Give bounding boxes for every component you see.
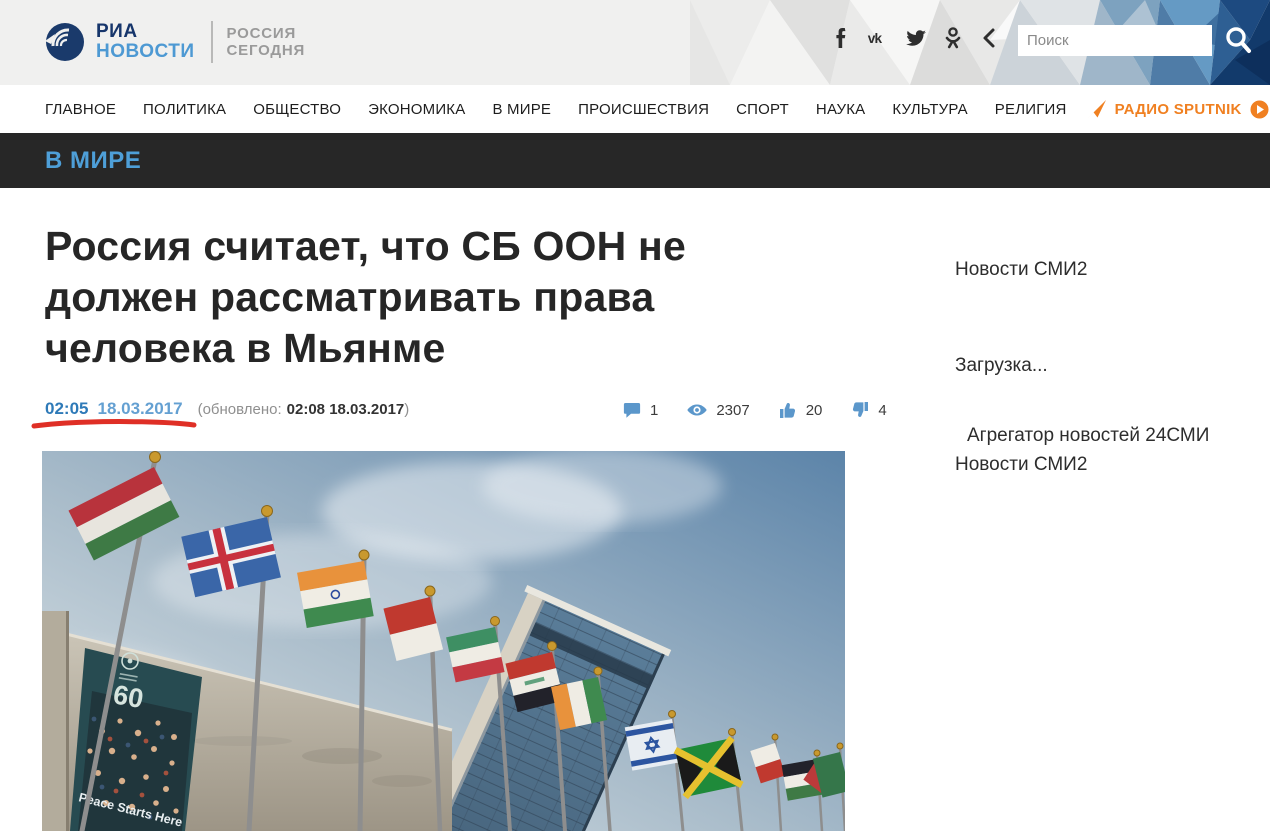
svg-text:vk: vk bbox=[868, 31, 883, 46]
sputnik-sail-icon bbox=[1087, 100, 1106, 118]
radio-sputnik-link[interactable]: РАДИО SPUTNIK bbox=[1087, 99, 1269, 119]
likes-count: 20 bbox=[805, 401, 823, 419]
nav-item-obschestvo[interactable]: ОБЩЕСТВО bbox=[253, 101, 341, 118]
section-bar: В МИРЕ bbox=[0, 133, 1270, 188]
flag-israel bbox=[624, 719, 680, 771]
views-stat: 2307 bbox=[686, 400, 750, 420]
brand-novosti: НОВОСТИ bbox=[96, 41, 195, 62]
nav-item-ekonomika[interactable]: ЭКОНОМИКА bbox=[368, 101, 465, 118]
nav-item-proisshestviya[interactable]: ПРОИСШЕСТВИЯ bbox=[578, 101, 709, 118]
article-stats: 1 2307 20 4 bbox=[622, 400, 887, 420]
search-icon bbox=[1226, 26, 1251, 53]
article-title: Россия считает, что СБ ООН не должен рас… bbox=[45, 221, 865, 374]
article-meta: 02:05 18.03.2017 (обновлено: 02:08 18.03… bbox=[45, 399, 409, 419]
site-header: РИА НОВОСТИ РОССИЯ СЕГОДНЯ vk bbox=[0, 0, 1270, 85]
agency-segodnya: СЕГОДНЯ bbox=[226, 42, 306, 59]
social-collapse-button[interactable] bbox=[978, 26, 1002, 50]
nav-item-religiya[interactable]: РЕЛИГИЯ bbox=[995, 101, 1067, 118]
title-line-2: должен рассматривать права bbox=[45, 274, 655, 320]
play-icon bbox=[1250, 100, 1269, 118]
published-date[interactable]: 18.03.2017 bbox=[97, 399, 182, 419]
social-links: vk bbox=[830, 26, 1002, 50]
flag-india bbox=[297, 561, 374, 628]
social-link-twitter[interactable] bbox=[904, 26, 928, 50]
title-line-1: Россия считает, что СБ ООН не bbox=[45, 223, 687, 269]
updated-suffix: ) bbox=[404, 401, 410, 418]
nav-item-glavnoe[interactable]: ГЛАВНОЕ bbox=[45, 101, 116, 118]
comment-icon bbox=[623, 403, 641, 418]
radio-sputnik-label: РАДИО SPUTNIK bbox=[1114, 100, 1242, 118]
odnoklassniki-icon bbox=[945, 27, 961, 49]
red-annotation-underline bbox=[31, 419, 197, 429]
published-time[interactable]: 02:05 bbox=[45, 399, 88, 419]
social-link-vk[interactable]: vk bbox=[867, 26, 891, 50]
likes-stat[interactable]: 20 bbox=[778, 400, 823, 420]
ria-globe-icon bbox=[45, 23, 84, 61]
logo-divider bbox=[210, 21, 213, 63]
nav-item-nauka[interactable]: НАУКА bbox=[816, 101, 865, 118]
un-flags-illustration: 60 Peace Starts Here bbox=[42, 451, 845, 831]
sidebar-loading-text: Загрузка... bbox=[955, 355, 1048, 376]
comments-count: 1 bbox=[650, 401, 659, 419]
title-line-3: человека в Мьянме bbox=[45, 325, 446, 371]
views-count: 2307 bbox=[716, 401, 750, 419]
banner-60-text: 60 bbox=[111, 679, 146, 714]
brand-ria: РИА bbox=[96, 21, 138, 42]
updated-value: 02:08 18.03.2017 bbox=[286, 401, 405, 418]
thumb-down-icon bbox=[853, 402, 869, 417]
vk-icon: vk bbox=[868, 31, 884, 46]
nav-item-sport[interactable]: СПОРТ bbox=[736, 101, 789, 118]
facebook-icon bbox=[836, 28, 846, 48]
sidebar-smi2-link[interactable]: Новости СМИ2 bbox=[955, 454, 1087, 476]
social-link-facebook[interactable] bbox=[830, 26, 854, 50]
twitter-icon bbox=[906, 30, 926, 46]
collapse-icon bbox=[983, 28, 995, 48]
nav-item-kultura[interactable]: КУЛЬТУРА bbox=[892, 101, 967, 118]
dislikes-stat[interactable]: 4 bbox=[850, 400, 887, 420]
dislikes-count: 4 bbox=[878, 401, 887, 419]
comments-stat[interactable]: 1 bbox=[622, 400, 658, 420]
social-link-odnoklassniki[interactable] bbox=[941, 26, 965, 50]
search-button[interactable] bbox=[1218, 22, 1258, 60]
nav-item-politika[interactable]: ПОЛИТИКА bbox=[143, 101, 226, 118]
sidebar-smi2-title[interactable]: Новости СМИ2 bbox=[955, 259, 1087, 281]
article-photo: 60 Peace Starts Here bbox=[42, 451, 845, 831]
updated-prefix: (обновлено: bbox=[197, 401, 282, 418]
section-label[interactable]: В МИРЕ bbox=[45, 133, 141, 188]
ria-logo[interactable]: РИА НОВОСТИ РОССИЯ СЕГОДНЯ bbox=[44, 21, 305, 63]
eye-icon bbox=[687, 404, 708, 416]
search-input[interactable] bbox=[1018, 25, 1212, 56]
nav-item-v-mire[interactable]: В МИРЕ bbox=[492, 101, 551, 118]
thumb-up-icon bbox=[779, 403, 795, 418]
sidebar-24smi-link[interactable]: Агрегатор новостей 24СМИ bbox=[967, 425, 1209, 447]
agency-rossiya: РОССИЯ bbox=[226, 25, 297, 42]
main-nav: ГЛАВНОЕ ПОЛИТИКА ОБЩЕСТВО ЭКОНОМИКА В МИ… bbox=[0, 85, 1270, 133]
